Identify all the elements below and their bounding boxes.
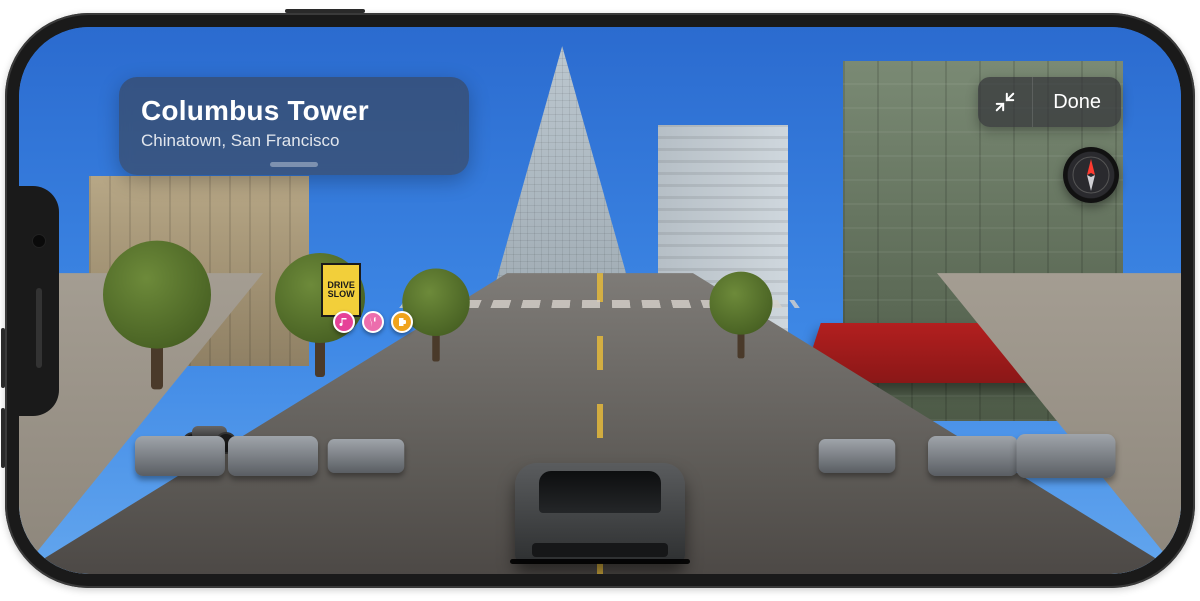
minimize-button[interactable]	[978, 77, 1033, 127]
parked-car	[928, 436, 1018, 476]
parked-car	[1017, 434, 1116, 478]
look-around-viewport[interactable]: DRIVE SLOW Columbus Tower Chinatown,	[19, 27, 1181, 574]
earpiece-speaker	[36, 288, 42, 368]
parked-car	[135, 436, 225, 476]
power-button	[285, 9, 365, 13]
sign-text: DRIVE SLOW	[323, 281, 359, 299]
compass-icon	[1071, 155, 1111, 195]
poi-marker-food[interactable]	[362, 311, 384, 333]
iphone-frame: DRIVE SLOW Columbus Tower Chinatown,	[5, 13, 1195, 588]
music-note-icon	[338, 316, 350, 328]
tree	[709, 272, 772, 359]
top-controls: Done	[978, 77, 1121, 127]
volume-up-button	[1, 328, 5, 388]
poi-marker-music[interactable]	[333, 311, 355, 333]
compass-button[interactable]	[1063, 147, 1119, 203]
device-notch	[19, 186, 59, 416]
beer-icon	[396, 316, 408, 328]
fork-knife-icon	[367, 316, 379, 328]
front-camera	[32, 234, 46, 248]
volume-down-button	[1, 408, 5, 468]
card-grabber[interactable]	[270, 162, 318, 167]
location-title: Columbus Tower	[141, 95, 447, 127]
tree	[103, 241, 211, 390]
parked-car	[228, 436, 318, 476]
location-info-card[interactable]: Columbus Tower Chinatown, San Francisco	[119, 77, 469, 175]
parked-car	[819, 439, 896, 473]
location-subtitle: Chinatown, San Francisco	[141, 131, 447, 151]
done-button[interactable]: Done	[1033, 77, 1121, 127]
drive-slow-sign: DRIVE SLOW	[321, 263, 361, 317]
tree	[402, 269, 470, 362]
home-indicator[interactable]	[510, 559, 690, 564]
foreground-car	[515, 463, 685, 563]
minimize-icon	[994, 91, 1016, 113]
parked-car	[328, 439, 405, 473]
done-label: Done	[1053, 91, 1101, 114]
poi-marker-bar[interactable]	[391, 311, 413, 333]
